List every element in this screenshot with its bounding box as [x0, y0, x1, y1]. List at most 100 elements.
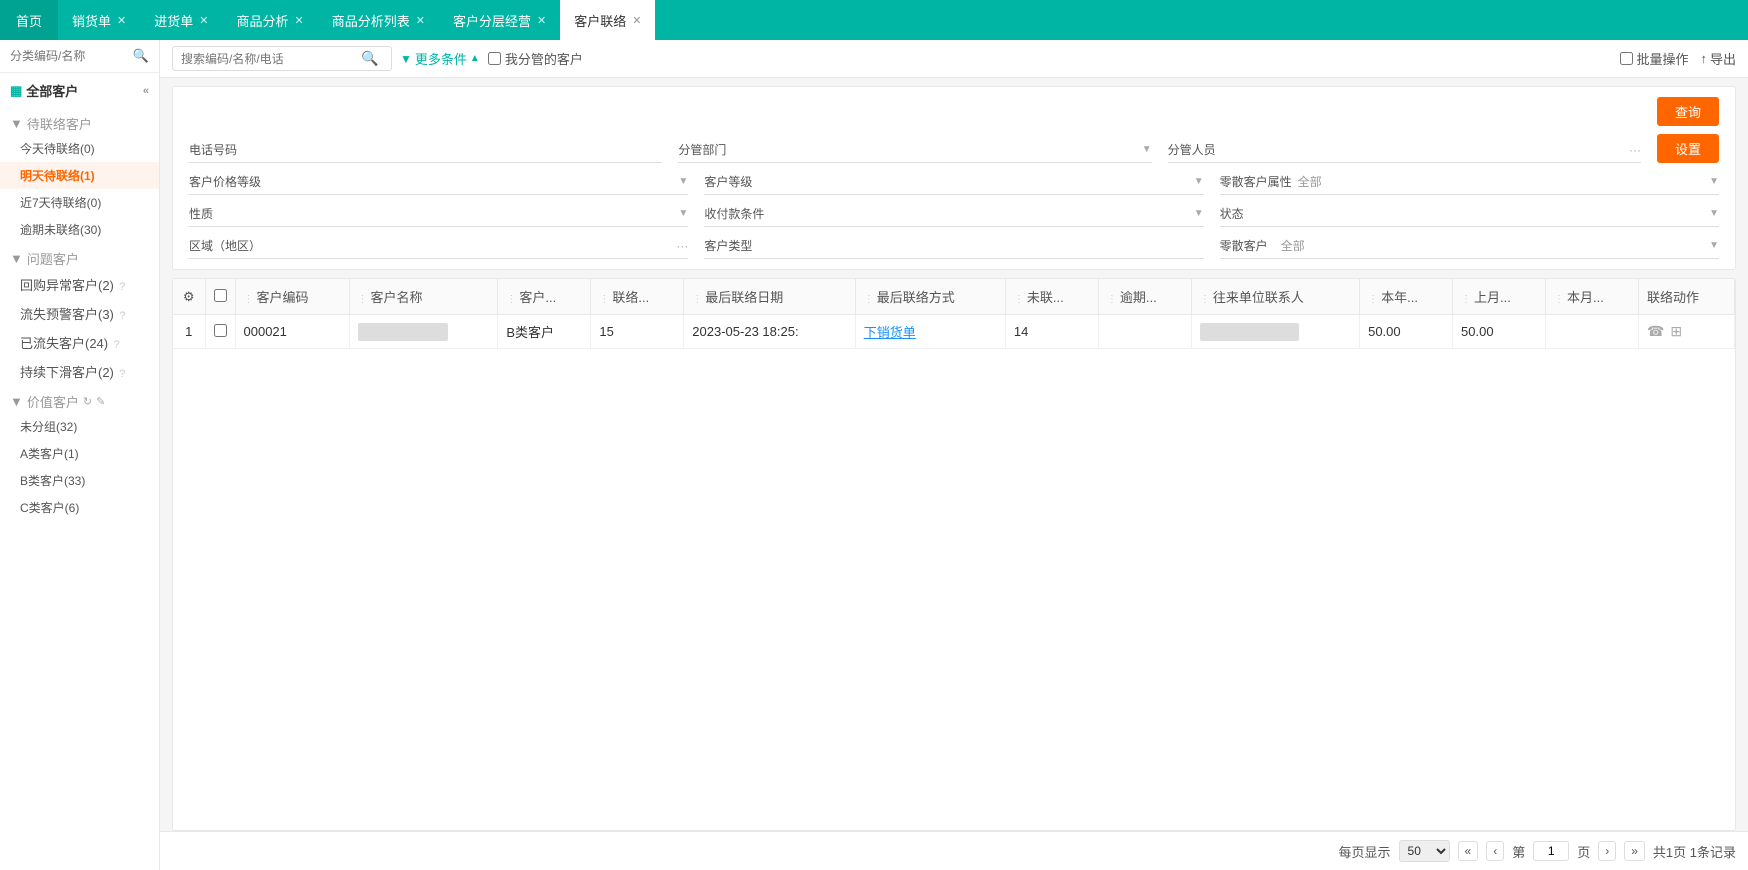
- sidebar-item-overdue-pending[interactable]: 逾期未联络(30): [0, 216, 159, 243]
- select-all-checkbox[interactable]: [214, 289, 227, 302]
- sidebar-item-abnormal-repurchase[interactable]: 回购异常客户(2) ?: [0, 270, 159, 299]
- help-icon: ?: [119, 281, 125, 293]
- nav-customer-tier[interactable]: 客户分层经营 ✕: [439, 0, 560, 40]
- sidebar-item-c-customers[interactable]: C类客户(6): [0, 494, 159, 521]
- overdue: [1098, 315, 1191, 349]
- first-page-button[interactable]: «: [1458, 841, 1479, 861]
- batch-operation-button[interactable]: 批量操作: [1620, 49, 1688, 68]
- close-icon[interactable]: ✕: [416, 14, 425, 27]
- chevron-down-icon: ▼: [1709, 208, 1719, 219]
- batch-checkbox[interactable]: [1620, 52, 1633, 65]
- sidebar-item-churn-warning[interactable]: 流失预警客户(3) ?: [0, 299, 159, 328]
- chevron-down-icon: ▼: [678, 208, 688, 219]
- drag-handle-icon: ⋮: [1200, 294, 1210, 305]
- page-number-input[interactable]: [1533, 841, 1569, 861]
- edit-icon[interactable]: ✎: [96, 395, 105, 408]
- sidebar-search-icon[interactable]: 🔍: [133, 48, 149, 64]
- contact-method-link[interactable]: 下销货单: [864, 325, 916, 340]
- filter-manager: 分管人员 ···: [1168, 141, 1641, 163]
- sidebar-item-today-pending[interactable]: 今天待联络(0): [0, 135, 159, 162]
- sidebar-problem-section: ▼ 问题客户: [0, 243, 159, 270]
- nav-product-analysis-list[interactable]: 商品分析列表 ✕: [318, 0, 439, 40]
- unit-contact: contact: [1191, 315, 1359, 349]
- nav-purchase-order[interactable]: 进货单 ✕: [140, 0, 222, 40]
- chevron-down-icon: ▼: [1709, 176, 1719, 187]
- close-icon[interactable]: ✕: [632, 14, 641, 27]
- query-button[interactable]: 查询: [1657, 97, 1719, 126]
- sidebar-item-b-customers[interactable]: B类客户(33): [0, 467, 159, 494]
- close-icon[interactable]: ✕: [295, 14, 304, 27]
- filter-phone: 电话号码: [189, 141, 662, 163]
- my-customers-checkbox[interactable]: 我分管的客户: [488, 49, 583, 68]
- drag-handle-icon: ⋮: [1554, 294, 1564, 305]
- nav-customer-contact[interactable]: 客户联络 ✕: [560, 0, 655, 40]
- close-icon[interactable]: ✕: [537, 14, 546, 27]
- sidebar-search-input[interactable]: [10, 49, 133, 63]
- last-contact-method[interactable]: 下销货单: [855, 315, 1005, 349]
- per-page-label: 每页显示: [1339, 842, 1391, 861]
- uncontacted-days: 14: [1005, 315, 1098, 349]
- nav-sales-order[interactable]: 销货单 ✕: [58, 0, 140, 40]
- nav-home[interactable]: 首页: [0, 0, 58, 40]
- grid-icon[interactable]: ⊞: [1670, 323, 1682, 340]
- more-icon: ···: [1629, 143, 1641, 157]
- sidebar-all-customers[interactable]: ▦ 全部客户 «: [0, 73, 159, 108]
- table-header-overdue: ⋮逾期...: [1098, 279, 1191, 315]
- table-header-last-month: ⋮上月...: [1453, 279, 1546, 315]
- more-conditions-button[interactable]: ▼ 更多条件 ▲: [400, 49, 480, 68]
- contact-count: 15: [591, 315, 684, 349]
- prev-page-button[interactable]: ‹: [1486, 841, 1504, 861]
- sidebar-item-lost-customers[interactable]: 已流失客户(24) ?: [0, 328, 159, 357]
- help-icon: ?: [119, 310, 125, 322]
- last-contact-date: 2023-05-23 18:25:: [684, 315, 855, 349]
- export-button[interactable]: ↑ 导出: [1700, 49, 1736, 68]
- sidebar-pending-section: ▼ 待联络客户: [0, 108, 159, 135]
- content-area: 🔍 ▼ 更多条件 ▲ 我分管的客户 批量操作 ↑ 导出: [160, 40, 1748, 870]
- row-select-checkbox[interactable]: [214, 324, 227, 337]
- table-header-last-contact-method: ⋮最后联络方式: [855, 279, 1005, 315]
- search-button[interactable]: 🔍: [361, 50, 378, 67]
- refresh-icon[interactable]: ↻: [83, 395, 92, 408]
- table-header-checkbox[interactable]: [205, 279, 235, 315]
- help-icon: ?: [119, 368, 125, 380]
- table-header-last-contact-date: ⋮最后联络日期: [684, 279, 855, 315]
- table-header-unit-contact: ⋮往来单位联系人: [1191, 279, 1359, 315]
- table-header-uncontacted: ⋮未联...: [1005, 279, 1098, 315]
- search-input[interactable]: [181, 52, 361, 66]
- drag-handle-icon: ⋮: [1368, 294, 1378, 305]
- table-header-settings[interactable]: ⚙: [173, 279, 205, 315]
- close-icon[interactable]: ✕: [199, 14, 208, 27]
- chevron-down-icon: ▼: [1194, 208, 1204, 219]
- sidebar-item-a-customers[interactable]: A类客户(1): [0, 440, 159, 467]
- phone-icon[interactable]: ☎: [1647, 323, 1664, 340]
- sidebar-item-tomorrow-pending[interactable]: 明天待联络(1): [0, 162, 159, 189]
- filter-retail-attr: 零散客户属性 全部 ▼: [1220, 173, 1719, 195]
- customer-code: 000021: [235, 315, 349, 349]
- last-page-button[interactable]: »: [1624, 841, 1645, 861]
- drag-handle-icon: ⋮: [864, 294, 874, 305]
- sidebar-item-7days-pending[interactable]: 近7天待联络(0): [0, 189, 159, 216]
- table-header-this-month: ⋮本月...: [1546, 279, 1639, 315]
- per-page-select[interactable]: 50 100 200: [1399, 840, 1450, 862]
- arrow-icon: ▼: [10, 251, 23, 266]
- chevron-down-icon: ▼: [1142, 144, 1152, 155]
- filter-action-buttons: 查询 设置: [1657, 97, 1719, 163]
- row-number: 1: [173, 315, 205, 349]
- table-header-this-year: ⋮本年...: [1360, 279, 1453, 315]
- pagination: 每页显示 50 100 200 « ‹ 第 页 › » 共1页 1条记录: [160, 831, 1748, 870]
- drag-handle-icon: ⋮: [1461, 294, 1471, 305]
- action-icons-wrap: ☎ ⊞: [1647, 323, 1726, 340]
- my-customers-check[interactable]: [488, 52, 501, 65]
- sidebar-item-ungrouped[interactable]: 未分组(32): [0, 413, 159, 440]
- export-icon: ↑: [1700, 51, 1707, 66]
- sidebar-item-declining[interactable]: 持续下滑客户(2) ?: [0, 357, 159, 386]
- toolbar: 🔍 ▼ 更多条件 ▲ 我分管的客户 批量操作 ↑ 导出: [160, 40, 1748, 78]
- nav-product-analysis[interactable]: 商品分析 ✕: [222, 0, 317, 40]
- filter-gender: 性质 ▼: [189, 205, 688, 227]
- drag-handle-icon: ⋮: [599, 294, 609, 305]
- close-icon[interactable]: ✕: [117, 14, 126, 27]
- table-header-contact: ⋮联络...: [591, 279, 684, 315]
- settings-button[interactable]: 设置: [1657, 134, 1719, 163]
- next-page-button[interactable]: ›: [1598, 841, 1616, 861]
- row-checkbox[interactable]: [205, 315, 235, 349]
